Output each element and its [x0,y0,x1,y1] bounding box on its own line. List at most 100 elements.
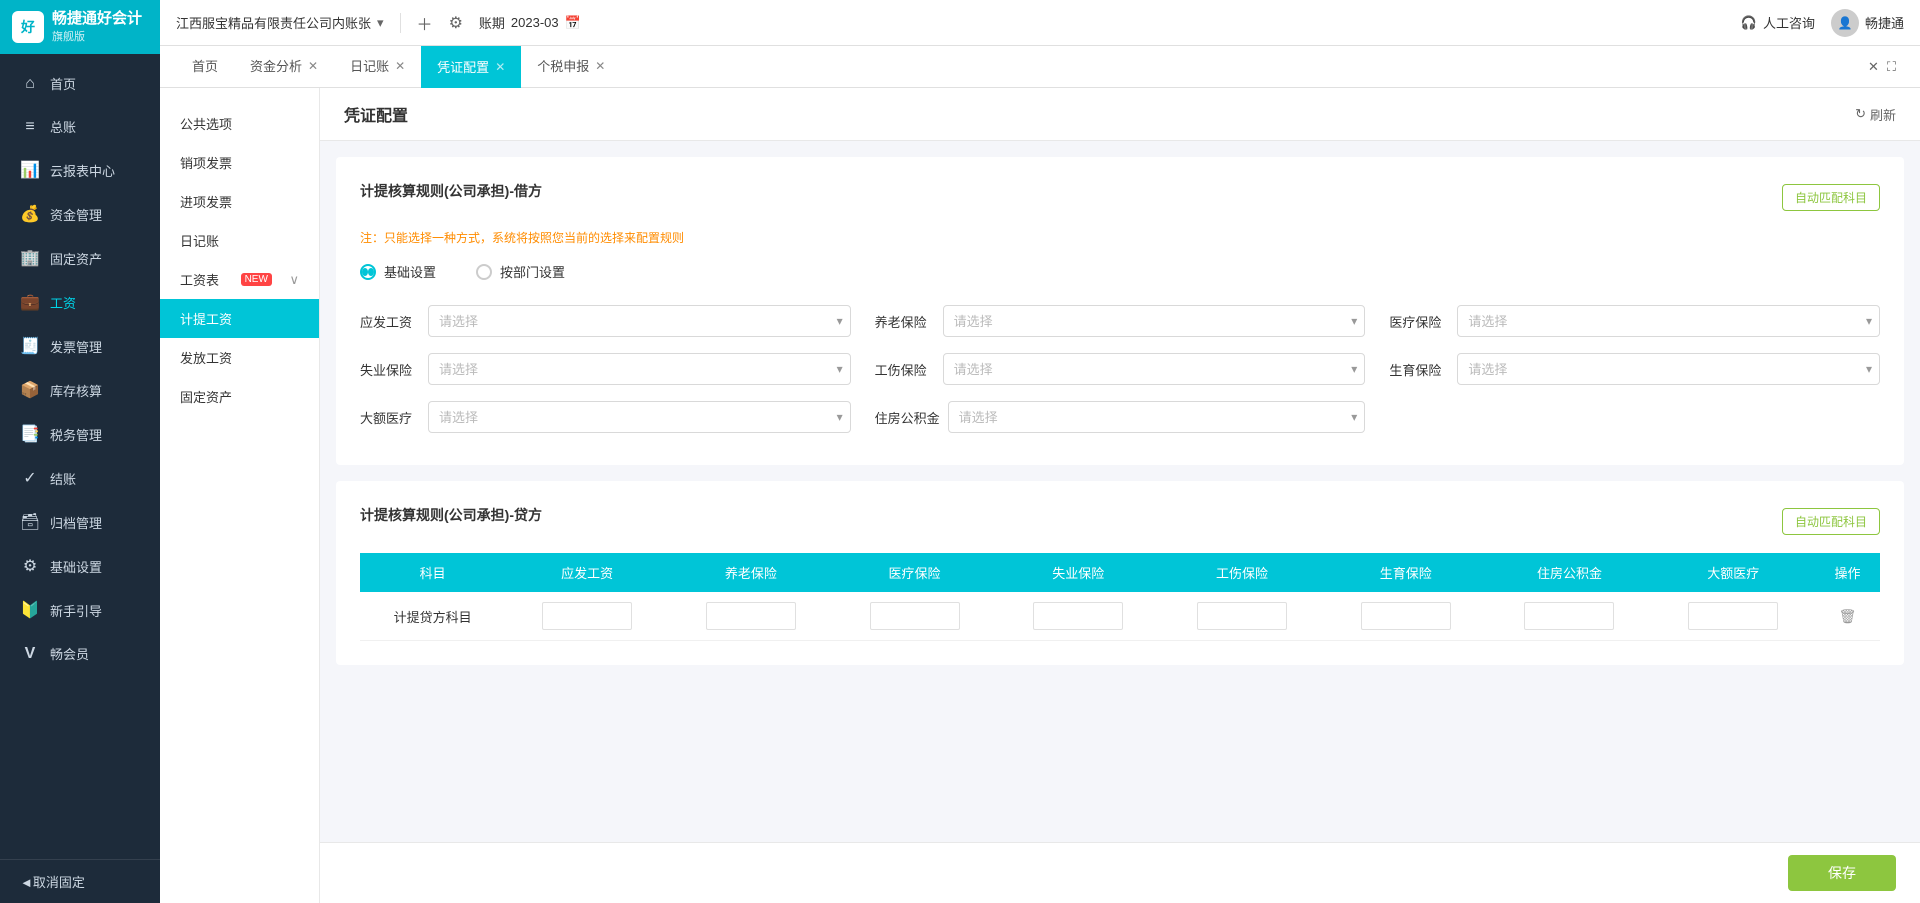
username-label: 畅捷通 [1865,13,1904,32]
sidebar-label-general-ledger: 总账 [50,117,76,136]
radio-basic-circle [360,264,376,280]
sidebar-item-fixed-assets[interactable]: 🏢 固定资产 [0,236,160,280]
td-sybx2 [1324,592,1488,641]
sidebar-label-fixed-assets: 固定资产 [50,249,102,268]
tab-home[interactable]: 首页 [176,46,234,88]
left-menu-salary-pay[interactable]: 发放工资 [160,338,319,377]
tab-tax-report[interactable]: 个税申报 ✕ [521,46,621,88]
closing-icon: ✓ [20,468,40,488]
sidebar-item-basic-settings[interactable]: ⚙ 基础设置 [0,544,160,588]
fixed-assets-icon: 🏢 [20,248,40,268]
header-bar: 江西服宝精品有限责任公司内账张 ▾ ＋ ⚙ 账期 2023-03 📅 🎧 人工咨… [160,0,1920,46]
select-sybx2[interactable]: 请选择 [1457,353,1880,385]
save-button[interactable]: 保存 [1788,855,1896,891]
funds-icon: 💰 [20,204,40,224]
tab-voucher-config-label: 凭证配置 [437,57,489,76]
debit-form-grid: 应发工资 请选择 ▾ 养老保险 [360,305,1880,433]
input-credit-ylbx[interactable] [706,602,796,630]
select-zfgjj[interactable]: 请选择 [948,401,1366,433]
new-badge: NEW [241,273,272,286]
sidebar-item-inventory[interactable]: 📦 库存核算 [0,368,160,412]
salary-table-label: 工资表 [180,270,219,289]
user-menu[interactable]: 👤 畅捷通 [1831,9,1904,37]
main-content: 江西服宝精品有限责任公司内账张 ▾ ＋ ⚙ 账期 2023-03 📅 🎧 人工咨… [160,0,1920,903]
header-divider-1 [400,13,401,33]
settings-button[interactable]: ⚙ [449,13,463,33]
select-dyyl[interactable]: 请选择 [428,401,851,433]
sidebar-item-archive[interactable]: 🗃 归档管理 [0,500,160,544]
tab-tax-report-close[interactable]: ✕ [595,59,605,73]
sidebar-label-basic-settings: 基础设置 [50,557,102,576]
left-menu-payroll-calc[interactable]: 计提工资 [160,299,319,338]
left-menu-fixed-assets[interactable]: 固定资产 [160,377,319,416]
cancel-fixed-button[interactable]: ◄取消固定 [0,859,160,903]
debit-section-title: 计提核算规则(公司承担)-借方 [360,181,542,201]
label-ylbx: 养老保险 [875,312,935,331]
tab-journal[interactable]: 日记账 ✕ [334,46,421,88]
add-account-button[interactable]: ＋ [417,11,433,35]
credit-table-wrapper: 科目 应发工资 养老保险 医疗保险 失业保险 工伤保险 生育保险 住房公积金 大… [360,553,1880,641]
input-credit-zfgjj[interactable] [1524,602,1614,630]
sidebar-item-general-ledger[interactable]: ≡ 总账 [0,105,160,148]
select-ylbx[interactable]: 请选择 [943,305,1366,337]
sidebar-item-closing[interactable]: ✓ 结账 [0,456,160,500]
content-area: 公共选项 销项发票 进项发票 日记账 工资表 NEW ∨ 计提工资 发放工资 固… [160,88,1920,903]
input-credit-sybx2[interactable] [1361,602,1451,630]
service-button[interactable]: 🎧 人工咨询 [1741,13,1815,32]
left-menu-sales-invoice[interactable]: 销项发票 [160,143,319,182]
sidebar-item-reports[interactable]: 📊 云报表中心 [0,148,160,192]
company-selector[interactable]: 江西服宝精品有限责任公司内账张 ▾ [176,13,384,32]
logo-sub: 旗舰版 [52,28,142,44]
sidebar-item-funds[interactable]: 💰 资金管理 [0,192,160,236]
sidebar: 好 畅捷通好会计 旗舰版 ⌂ 首页 ≡ 总账 📊 云报表中心 💰 资金管理 🏢 … [0,0,160,903]
debit-auto-match-button[interactable]: 自动匹配科目 [1782,184,1880,211]
tab-journal-label: 日记账 [350,56,389,75]
select-wrapper-sybx: 请选择 ▾ [428,353,851,385]
sidebar-item-guide[interactable]: 🔰 新手引导 [0,588,160,632]
form-item-yfgz: 应发工资 请选择 ▾ [360,305,851,337]
input-credit-yfgz[interactable] [542,602,632,630]
credit-auto-match-button[interactable]: 自动匹配科目 [1782,508,1880,535]
left-menu-salary-table-group[interactable]: 工资表 NEW ∨ [160,260,319,299]
calendar-icon[interactable]: 📅 [565,15,581,31]
select-sybx[interactable]: 请选择 [428,353,851,385]
label-yfgz: 应发工资 [360,312,420,331]
td-zfgjj [1488,592,1652,641]
sidebar-item-salary[interactable]: 💼 工资 [0,280,160,324]
input-credit-dyyl[interactable] [1688,602,1778,630]
left-menu-journal[interactable]: 日记账 [160,221,319,260]
left-menu-public[interactable]: 公共选项 [160,104,319,143]
left-menu-purchase-invoice[interactable]: 进项发票 [160,182,319,221]
radio-dept-circle [476,264,492,280]
sidebar-item-invoice[interactable]: 🧾 发票管理 [0,324,160,368]
headset-icon: 🎧 [1741,15,1757,31]
tab-fund-analysis-close[interactable]: ✕ [308,59,318,73]
refresh-icon: ↻ [1855,106,1866,122]
sidebar-label-salary: 工资 [50,293,76,312]
close-window-button[interactable]: ✕ [1868,59,1879,75]
input-credit-sybx[interactable] [1033,602,1123,630]
select-wrapper-zfgjj: 请选择 ▾ [948,401,1366,433]
select-gsbx[interactable]: 请选择 [943,353,1366,385]
tab-voucher-config-close[interactable]: ✕ [495,60,505,74]
tab-journal-close[interactable]: ✕ [395,59,405,73]
tab-fund-analysis[interactable]: 资金分析 ✕ [234,46,334,88]
expand-window-button[interactable]: ⛶ [1887,59,1896,75]
guide-icon: 🔰 [20,600,40,620]
radio-dept[interactable]: 按部门设置 [476,262,565,281]
input-credit-gsbx[interactable] [1197,602,1287,630]
refresh-button[interactable]: ↻ 刷新 [1855,105,1896,124]
input-credit-ylbx2[interactable] [870,602,960,630]
radio-basic[interactable]: 基础设置 [360,262,436,281]
select-yfgz[interactable]: 请选择 [428,305,851,337]
tab-home-label: 首页 [192,56,218,75]
archive-icon: 🗃 [20,512,40,532]
select-ylbx2[interactable]: 请选择 [1457,305,1880,337]
tab-tax-report-label: 个税申报 [537,56,589,75]
sidebar-item-membership[interactable]: V 畅会员 [0,632,160,675]
delete-row-button[interactable]: 🗑 [1839,608,1857,624]
sidebar-item-tax[interactable]: 📑 税务管理 [0,412,160,456]
sidebar-item-home[interactable]: ⌂ 首页 [0,62,160,105]
tab-voucher-config[interactable]: 凭证配置 ✕ [421,46,521,88]
cancel-fixed-label: ◄取消固定 [20,872,85,891]
